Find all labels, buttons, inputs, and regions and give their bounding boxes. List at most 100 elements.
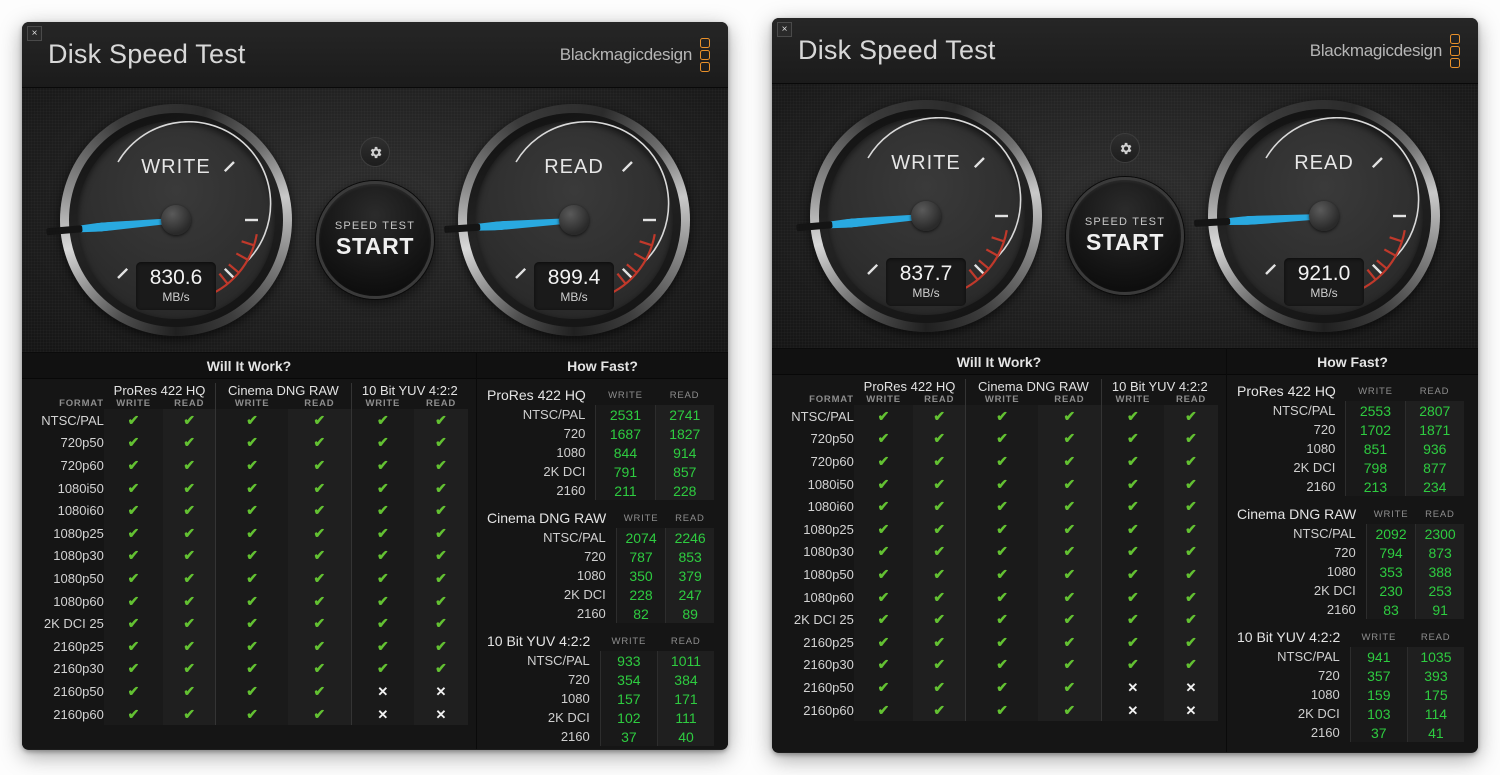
support-cell-4-3: ✔ bbox=[288, 499, 352, 522]
gauge-panel: WRITE 837.7 MB/s SPEED TEST START READ 9… bbox=[772, 84, 1478, 349]
blackmagic-logo-marks bbox=[1450, 33, 1460, 68]
support-cell-13-1: ✔ bbox=[163, 702, 216, 726]
support-cell-2-3: ✔ bbox=[1038, 450, 1102, 473]
center-controls: SPEED TEST START bbox=[316, 137, 434, 303]
support-cell-1-5: ✔ bbox=[414, 431, 468, 455]
how-fast-row: 720 1687 1827 bbox=[487, 424, 714, 443]
results-panels: Will It Work? FORMAT ProRes 422 HQ Cinema … bbox=[772, 349, 1478, 752]
support-cell-0-5: ✔ bbox=[1164, 405, 1218, 428]
how-fast-row: NTSC/PAL 2092 2300 bbox=[1237, 524, 1464, 543]
format-label: 1080p50 bbox=[53, 570, 104, 586]
resolution-label-1-2: 1080 bbox=[576, 568, 606, 583]
resolution-label-0-0: NTSC/PAL bbox=[522, 407, 586, 422]
how-fast-row: 1080 157 171 bbox=[487, 689, 714, 708]
resolution-label-2-3: 2K DCI bbox=[1297, 706, 1340, 721]
support-cell-1-5: ✔ bbox=[1164, 427, 1218, 451]
support-cell-10-3: ✔ bbox=[1038, 630, 1102, 654]
will-it-work-panel: Will It Work? FORMAT ProRes 422 HQ Cinema … bbox=[22, 353, 477, 749]
support-cell-0-1: ✔ bbox=[163, 409, 216, 432]
write-value: 837.7 bbox=[899, 262, 953, 285]
how-fast-row: 2K DCI 102 111 bbox=[487, 708, 714, 727]
format-label: 720p60 bbox=[60, 457, 104, 473]
support-cell-3-2: ✔ bbox=[965, 472, 1039, 496]
how-fast-sub-write-0: WRITE bbox=[1358, 385, 1393, 397]
read-speed-0-4: 234 bbox=[1404, 477, 1464, 496]
support-cell-7-1: ✔ bbox=[163, 567, 216, 590]
support-cell-7-3: ✔ bbox=[288, 567, 352, 590]
support-cell-4-0: ✔ bbox=[854, 495, 913, 518]
table-row: 1080p60 ✔ ✔ ✔ ✔ ✔ ✔ bbox=[778, 585, 1218, 609]
format-label: 2K DCI 25 bbox=[43, 616, 104, 632]
disk-speed-test-window-right[interactable]: × Disk Speed Test Blackmagicdesign WRITE… bbox=[772, 18, 1478, 753]
support-cell-1-1: ✔ bbox=[163, 431, 216, 455]
support-cell-5-5: ✔ bbox=[414, 521, 468, 545]
how-fast-row: 720 354 384 bbox=[487, 670, 714, 689]
read-speed-1-0: 2246 bbox=[665, 528, 714, 547]
table-row: 1080p30 ✔ ✔ ✔ ✔ ✔ ✔ bbox=[778, 540, 1218, 564]
will-it-work-title: Will It Work? bbox=[22, 353, 476, 379]
table-row: NTSC/PAL ✔ ✔ ✔ ✔ ✔ ✔ bbox=[778, 405, 1218, 428]
how-fast-sub-write-1: WRITE bbox=[623, 512, 659, 524]
format-label: 1080i60 bbox=[807, 499, 854, 515]
write-gauge-label: WRITE bbox=[891, 152, 961, 174]
speed-test-start-button[interactable]: SPEED TEST START bbox=[316, 181, 434, 299]
how-fast-body: ProRes 422 HQ WRITE READ NTSC/PAL 2553 2… bbox=[1227, 375, 1478, 742]
resolution-label-2-2: 1080 bbox=[560, 691, 590, 706]
resolution-label-2-1: 720 bbox=[1318, 668, 1340, 683]
support-cell-2-0: ✔ bbox=[854, 450, 913, 473]
format-label: 1080p30 bbox=[803, 544, 854, 560]
speed-test-start-button[interactable]: SPEED TEST START bbox=[1066, 177, 1184, 295]
support-cell-12-1: ✔ bbox=[163, 680, 216, 703]
resolution-label-2-0: NTSC/PAL bbox=[527, 653, 590, 668]
how-fast-body: ProRes 422 HQ WRITE READ NTSC/PAL 2531 2… bbox=[477, 379, 728, 746]
support-cell-5-2: ✔ bbox=[965, 517, 1039, 541]
support-cell-13-2: ✔ bbox=[215, 702, 289, 726]
support-cell-2-4: ✔ bbox=[1100, 450, 1164, 473]
write-speed-1-0: 2074 bbox=[615, 528, 666, 547]
close-button[interactable]: × bbox=[27, 26, 42, 41]
close-button[interactable]: × bbox=[777, 22, 792, 37]
support-cell-1-4: ✔ bbox=[1100, 427, 1164, 451]
support-cell-0-3: ✔ bbox=[1038, 405, 1102, 428]
how-fast-row: 2K DCI 798 877 bbox=[1237, 458, 1464, 477]
title-bar[interactable]: Disk Speed Test Blackmagicdesign bbox=[22, 22, 728, 88]
how-fast-sub-write-2: WRITE bbox=[611, 635, 647, 647]
support-cell-11-4: ✔ bbox=[1100, 653, 1164, 677]
resolution-label-0-1: 720 bbox=[563, 426, 586, 441]
resolution-label-1-3: 2K DCI bbox=[1313, 583, 1356, 598]
resolution-label-0-3: 2K DCI bbox=[543, 464, 586, 479]
read-speed-0-0: 2807 bbox=[1404, 401, 1464, 420]
how-fast-row: 2K DCI 230 253 bbox=[1237, 581, 1464, 600]
will-it-work-panel: Will It Work? FORMAT ProRes 422 HQ Cinema … bbox=[772, 349, 1227, 752]
support-cell-3-0: ✔ bbox=[854, 473, 913, 496]
read-speed-0-4: 228 bbox=[654, 481, 714, 500]
title-bar[interactable]: Disk Speed Test Blackmagicdesign bbox=[772, 18, 1478, 84]
read-speed-1-2: 379 bbox=[665, 566, 714, 585]
read-readout: 899.4 MB/s bbox=[534, 262, 614, 310]
write-speed-0-2: 844 bbox=[595, 443, 656, 462]
support-cell-9-2: ✔ bbox=[215, 612, 289, 635]
read-speed-0-2: 914 bbox=[654, 443, 714, 462]
support-cell-7-1: ✔ bbox=[913, 563, 966, 586]
how-fast-sub-read-0: READ bbox=[1419, 385, 1450, 397]
read-readout: 921.0 MB/s bbox=[1284, 258, 1364, 306]
support-cell-3-5: ✔ bbox=[1164, 472, 1218, 496]
support-cell-3-4: ✔ bbox=[1100, 472, 1164, 496]
write-speed-2-2: 159 bbox=[1349, 685, 1408, 704]
sub-header-1-0: WRITE bbox=[215, 398, 289, 409]
table-row: 1080i60 ✔ ✔ ✔ ✔ ✔ ✔ bbox=[778, 495, 1218, 518]
how-fast-panel: How Fast? ProRes 422 HQ WRITE READ NTSC/… bbox=[477, 353, 728, 749]
support-cell-10-5: ✔ bbox=[1164, 630, 1218, 654]
sub-header-1-1: READ bbox=[1054, 394, 1085, 405]
how-fast-group-1: Cinema DNG RAW WRITE READ NTSC/PAL 2092 … bbox=[1237, 506, 1464, 619]
resolution-label-1-0: NTSC/PAL bbox=[1293, 526, 1356, 541]
gear-icon[interactable] bbox=[360, 137, 390, 167]
support-cell-4-0: ✔ bbox=[104, 499, 163, 522]
table-row: 2160p60 ✔ ✔ ✔ ✔ ✕ ✕ bbox=[28, 702, 468, 726]
disk-speed-test-window-left[interactable]: × Disk Speed Test Blackmagicdesign WRITE… bbox=[22, 22, 728, 750]
how-fast-sub-write-1: WRITE bbox=[1373, 508, 1409, 520]
format-label: 1080i60 bbox=[57, 503, 104, 519]
gear-icon[interactable] bbox=[1110, 133, 1140, 163]
support-cell-1-4: ✔ bbox=[350, 431, 414, 455]
table-row: 2160p50 ✔ ✔ ✔ ✔ ✕ ✕ bbox=[778, 676, 1218, 699]
